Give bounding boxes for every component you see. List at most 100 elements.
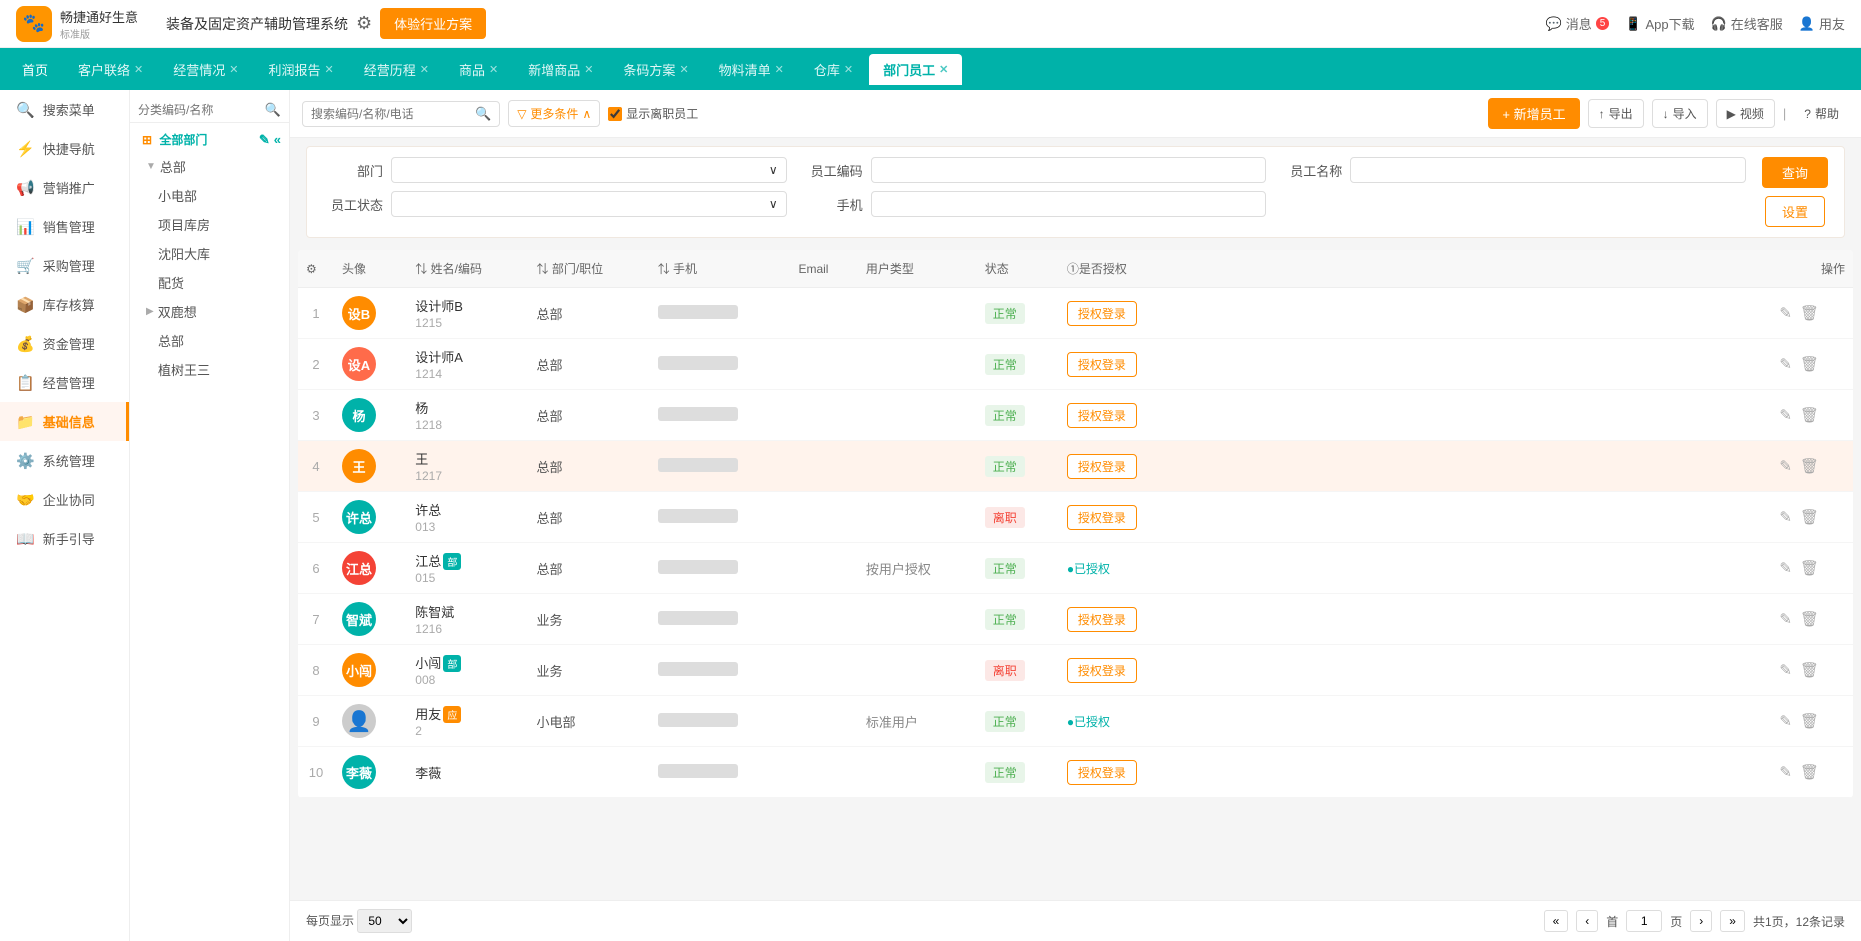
view-button[interactable]: ▶ 视频 — [1716, 99, 1775, 128]
edit-icon[interactable]: ✎ — [1779, 508, 1792, 526]
dept-node-sy[interactable]: 沈阳大库 — [130, 239, 289, 268]
edit-icon[interactable]: ✎ — [1779, 661, 1792, 679]
page-number-input[interactable] — [1626, 910, 1662, 932]
auth-button[interactable]: 授权登录 — [1067, 607, 1137, 632]
dept-node-sl[interactable]: ▶ 双鹿想 — [130, 297, 289, 326]
sidebar-item-finance[interactable]: 💰 资金管理 — [0, 324, 129, 363]
show-resigned-toggle[interactable]: 显示离职员工 — [608, 105, 698, 122]
dept-node-proj[interactable]: 项目库房 — [130, 210, 289, 239]
edit-icon[interactable]: ✎ — [1779, 763, 1792, 781]
dept-node-xdb[interactable]: 小电部 — [130, 181, 289, 210]
edit-icon[interactable]: ✎ — [1779, 457, 1792, 475]
edit-icon[interactable]: ✎ — [1779, 304, 1792, 322]
export-button[interactable]: ↑ 导出 — [1588, 99, 1644, 128]
dept-select[interactable]: ∨ — [391, 157, 787, 183]
import-button[interactable]: ↓ 导入 — [1652, 99, 1708, 128]
dept-node-ph[interactable]: 配货 — [130, 268, 289, 297]
search-icon[interactable]: 🔍 — [475, 106, 491, 122]
close-icon[interactable]: ✕ — [584, 63, 593, 76]
dept-node-general[interactable]: ▼ 总部 — [130, 152, 289, 181]
close-icon[interactable]: ✕ — [679, 63, 688, 76]
sidebar-item-system[interactable]: ⚙️ 系统管理 — [0, 441, 129, 480]
close-icon[interactable]: ✕ — [325, 63, 334, 76]
user-avatar[interactable]: 👤 用友 — [1799, 14, 1845, 33]
tab-history[interactable]: 经营历程 ✕ — [350, 54, 443, 85]
tab-profit[interactable]: 利润报告 ✕ — [254, 54, 347, 85]
edit-icon[interactable]: ✎ — [1779, 355, 1792, 373]
online-service-button[interactable]: 🎧 在线客服 — [1711, 14, 1783, 33]
sidebar-item-search[interactable]: 🔍 搜索菜单 — [0, 90, 129, 129]
close-icon[interactable]: ✕ — [134, 63, 143, 76]
delete-icon[interactable]: 🗑 — [1800, 304, 1819, 322]
more-filter-btn[interactable]: ▽ 更多条件 ∧ — [508, 100, 600, 127]
sidebar-item-guide[interactable]: 📖 新手引导 — [0, 519, 129, 558]
tab-barcode[interactable]: 条码方案 ✕ — [609, 54, 702, 85]
dept-search-icon[interactable]: 🔍 — [265, 102, 281, 118]
search-button[interactable]: 查询 — [1762, 157, 1828, 188]
sidebar-item-marketing[interactable]: 📢 营销推广 — [0, 168, 129, 207]
auth-button[interactable]: 授权登录 — [1067, 301, 1137, 326]
delete-icon[interactable]: 🗑 — [1800, 712, 1819, 730]
sidebar-item-collab[interactable]: 🤝 企业协同 — [0, 480, 129, 519]
close-icon[interactable]: ✕ — [420, 63, 429, 76]
next-page-button[interactable]: › — [1690, 910, 1712, 932]
phone-input[interactable] — [871, 191, 1267, 217]
edit-icon[interactable]: ✎ — [1779, 559, 1792, 577]
message-button[interactable]: 💬 消息 5 — [1546, 14, 1610, 33]
tab-warehouse[interactable]: 仓库 ✕ — [800, 54, 867, 85]
edit-dept-icon[interactable]: ✎ — [259, 132, 270, 148]
tab-bom[interactable]: 物料清单 ✕ — [705, 54, 798, 85]
delete-icon[interactable]: 🗑 — [1800, 457, 1819, 475]
page-size-select[interactable]: 50 100 — [357, 909, 412, 933]
settings-icon[interactable]: ⚙ — [306, 262, 317, 276]
dept-node-zswz[interactable]: 植树王三 — [130, 355, 289, 384]
tab-customer[interactable]: 客户联络 ✕ — [64, 54, 157, 85]
sidebar-item-nav[interactable]: ⚡ 快捷导航 — [0, 129, 129, 168]
collapse-panel-icon[interactable]: « — [274, 132, 281, 148]
delete-icon[interactable]: 🗑 — [1800, 610, 1819, 628]
close-icon[interactable]: ✕ — [775, 63, 784, 76]
close-icon[interactable]: ✕ — [229, 63, 238, 76]
all-dept-header[interactable]: ⊞ 全部部门 ✎ « — [130, 127, 289, 152]
sidebar-item-inventory[interactable]: 📦 库存核算 — [0, 285, 129, 324]
tab-home[interactable]: 首页 — [8, 54, 62, 85]
last-page-button[interactable]: » — [1720, 910, 1745, 932]
edit-icon[interactable]: ✎ — [1779, 610, 1792, 628]
sidebar-item-mgmt[interactable]: 📋 经营管理 — [0, 363, 129, 402]
auth-button[interactable]: 授权登录 — [1067, 403, 1137, 428]
edit-icon[interactable]: ✎ — [1779, 406, 1792, 424]
emp-name-input[interactable] — [1350, 157, 1746, 183]
auth-button[interactable]: 授权登录 — [1067, 658, 1137, 683]
delete-icon[interactable]: 🗑 — [1800, 355, 1819, 373]
trial-button[interactable]: 体验行业方案 — [380, 8, 486, 39]
show-resigned-checkbox[interactable] — [608, 107, 622, 121]
auth-button[interactable]: 授权登录 — [1067, 760, 1137, 785]
sidebar-item-basic[interactable]: 📁 基础信息 — [0, 402, 129, 441]
dept-node-hq[interactable]: 总部 — [130, 326, 289, 355]
prev-page-button[interactable]: ‹ — [1576, 910, 1598, 932]
sidebar-item-sales[interactable]: 📊 销售管理 — [0, 207, 129, 246]
tab-employees[interactable]: 部门员工 ✕ — [869, 54, 962, 85]
auth-button[interactable]: 授权登录 — [1067, 454, 1137, 479]
delete-icon[interactable]: 🗑 — [1800, 508, 1819, 526]
tab-add-goods[interactable]: 新增商品 ✕ — [514, 54, 607, 85]
add-employee-button[interactable]: + 新增员工 — [1488, 98, 1579, 129]
set-button[interactable]: 设置 — [1765, 196, 1825, 227]
edit-icon[interactable]: ✎ — [1779, 712, 1792, 730]
delete-icon[interactable]: 🗑 — [1800, 763, 1819, 781]
first-page-button[interactable]: « — [1544, 910, 1569, 932]
delete-icon[interactable]: 🗑 — [1800, 406, 1819, 424]
dept-search-input[interactable] — [138, 103, 265, 117]
close-icon[interactable]: ✕ — [939, 63, 948, 76]
tab-goods[interactable]: 商品 ✕ — [445, 54, 512, 85]
sidebar-item-purchase[interactable]: 🛒 采购管理 — [0, 246, 129, 285]
auth-button[interactable]: 授权登录 — [1067, 505, 1137, 530]
app-download-button[interactable]: 📱 App下载 — [1625, 14, 1694, 33]
close-icon[interactable]: ✕ — [489, 63, 498, 76]
delete-icon[interactable]: 🗑 — [1800, 559, 1819, 577]
gear-button[interactable]: ⚙ — [356, 13, 372, 34]
tab-operation[interactable]: 经营情况 ✕ — [159, 54, 252, 85]
emp-code-input[interactable] — [871, 157, 1267, 183]
close-icon[interactable]: ✕ — [844, 63, 853, 76]
status-select[interactable]: ∨ — [391, 191, 787, 217]
